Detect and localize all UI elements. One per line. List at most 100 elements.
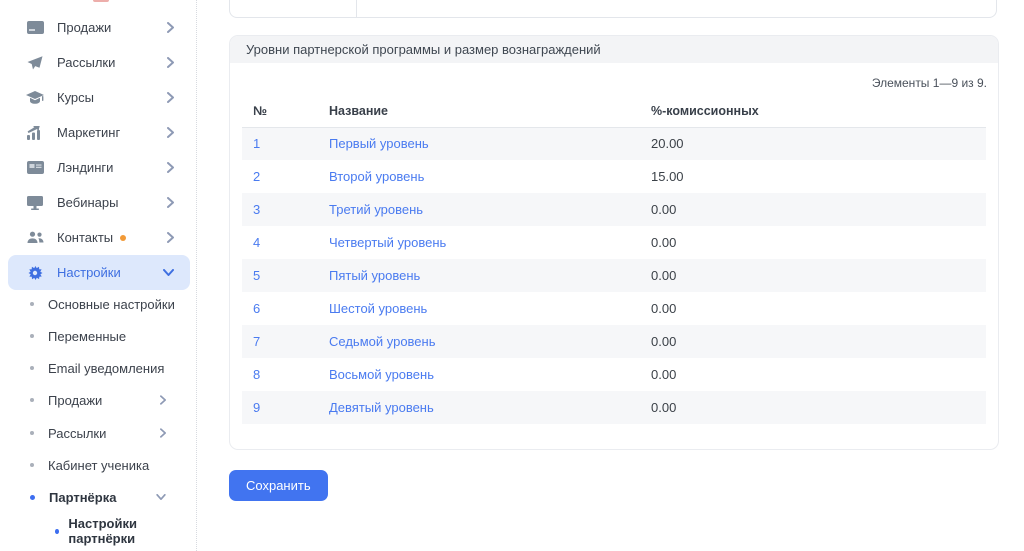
level-number-link[interactable]: 6: [253, 301, 260, 316]
sidebar-subitem-sales-settings[interactable]: Продажи: [8, 384, 190, 416]
sidebar-item-label: Курсы: [57, 90, 94, 105]
table-row: 4 Четвертый уровень 0.00: [242, 226, 986, 259]
bullet-icon: [30, 463, 34, 467]
level-name-link[interactable]: Второй уровень: [329, 169, 424, 184]
level-commission: 0.00: [651, 193, 986, 226]
chevron-right-icon: [167, 232, 174, 243]
column-header-commission: %-комиссионных: [651, 95, 986, 127]
chevron-right-icon: [160, 395, 166, 405]
subitem-label: Настройки партнёрки: [68, 516, 190, 546]
level-name-link[interactable]: Четвертый уровень: [329, 235, 446, 250]
table-row: 2 Второй уровень 15.00: [242, 160, 986, 193]
sidebar-item-label: Вебинары: [57, 195, 118, 210]
level-name-link[interactable]: Пятый уровень: [329, 268, 420, 283]
bullet-icon: [30, 495, 35, 500]
sidebar-subitem-student-cabinet[interactable]: Кабинет ученика: [8, 449, 190, 481]
sidebar-item-courses[interactable]: Курсы: [8, 80, 190, 115]
level-number-link[interactable]: 2: [253, 169, 260, 184]
table-row: 5 Пятый уровень 0.00: [242, 259, 986, 292]
credit-card-icon: [25, 21, 45, 34]
level-commission: 20.00: [651, 127, 986, 160]
level-number-link[interactable]: 5: [253, 268, 260, 283]
sidebar-item-contacts[interactable]: Контакты: [8, 220, 190, 255]
level-name-link[interactable]: Третий уровень: [329, 202, 423, 217]
subitem-label: Продажи: [48, 393, 102, 408]
chevron-right-icon: [167, 127, 174, 138]
users-icon: [25, 231, 45, 244]
chevron-right-icon: [160, 428, 166, 438]
notification-dot: [120, 235, 126, 241]
save-button[interactable]: Сохранить: [229, 470, 328, 501]
subitem-label: Рассылки: [48, 426, 106, 441]
level-number-link[interactable]: 8: [253, 367, 260, 382]
bullet-icon: [55, 529, 59, 534]
sidebar-item-label: Маркетинг: [57, 125, 120, 140]
card-title: Уровни партнерской программы и размер во…: [230, 36, 998, 63]
level-commission: 0.00: [651, 292, 986, 325]
table-row: 8 Восьмой уровень 0.00: [242, 358, 986, 391]
column-header-number: №: [242, 95, 329, 127]
level-number-link[interactable]: 4: [253, 235, 260, 250]
top-panel-divider: [356, 0, 357, 17]
bullet-icon: [30, 398, 34, 402]
sidebar-item-landings[interactable]: Лэндинги: [8, 150, 190, 185]
subitem-label: Кабинет ученика: [48, 458, 149, 473]
sidebar-item-label: Продажи: [57, 20, 111, 35]
sidebar-subitem-variables[interactable]: Переменные: [8, 320, 190, 352]
subitem-label: Переменные: [48, 329, 126, 344]
sidebar-subitem-mailings-settings[interactable]: Рассылки: [8, 417, 190, 449]
sidebar-item-sales[interactable]: Продажи: [8, 10, 190, 45]
chevron-down-icon: [163, 269, 174, 276]
level-number-link[interactable]: 3: [253, 202, 260, 217]
level-number-link[interactable]: 9: [253, 400, 260, 415]
sidebar-subitem-basic-settings[interactable]: Основные настройки: [8, 288, 190, 320]
chart-growth-icon: [25, 126, 45, 140]
sidebar-item-marketing[interactable]: Маркетинг: [8, 115, 190, 150]
sidebar-item-settings[interactable]: Настройки: [8, 255, 190, 290]
level-name-link[interactable]: Первый уровень: [329, 136, 429, 151]
level-number-link[interactable]: 1: [253, 136, 260, 151]
sidebar-subitem-partner-program[interactable]: Партнёрка: [8, 481, 190, 513]
level-number-link[interactable]: 7: [253, 334, 260, 349]
sidebar-item-webinars[interactable]: Вебинары: [8, 185, 190, 220]
table-row: 3 Третий уровень 0.00: [242, 193, 986, 226]
subitem-label: Основные настройки: [48, 297, 175, 312]
gear-icon: [25, 265, 45, 281]
sidebar-item-mailings[interactable]: Рассылки: [8, 45, 190, 80]
table-header-row: № Название %-комиссионных: [242, 95, 986, 127]
level-name-link[interactable]: Седьмой уровень: [329, 334, 436, 349]
bullet-icon: [30, 366, 34, 370]
subitem-label: Email уведомления: [48, 361, 164, 376]
paper-plane-icon: [25, 56, 45, 70]
table-row: 9 Девятый уровень 0.00: [242, 391, 986, 424]
level-name-link[interactable]: Восьмой уровень: [329, 367, 434, 382]
chevron-right-icon: [167, 162, 174, 173]
graduation-cap-icon: [25, 91, 45, 105]
level-name-link[interactable]: Девятый уровень: [329, 400, 434, 415]
sidebar-subitem-email-notifications[interactable]: Email уведомления: [8, 352, 190, 384]
partner-levels-card: Уровни партнерской программы и размер во…: [229, 35, 999, 450]
pagination-summary: Элементы 1—9 из 9.: [230, 76, 987, 90]
level-commission: 15.00: [651, 160, 986, 193]
page: Продажи Рассылки Курсы: [0, 0, 1024, 551]
sidebar-item-label: Лэндинги: [57, 160, 113, 175]
level-commission: 0.00: [651, 391, 986, 424]
bullet-icon: [30, 431, 34, 435]
table-row: 1 Первый уровень 20.00: [242, 127, 986, 160]
level-name-link[interactable]: Шестой уровень: [329, 301, 427, 316]
level-commission: 0.00: [651, 226, 986, 259]
monitor-icon: [25, 196, 45, 210]
level-commission: 0.00: [651, 358, 986, 391]
bullet-icon: [30, 302, 34, 306]
sidebar-item-label: Настройки: [57, 265, 121, 280]
levels-table: № Название %-комиссионных 1 Первый урове…: [242, 95, 986, 424]
table-row: 6 Шестой уровень 0.00: [242, 292, 986, 325]
chevron-right-icon: [167, 57, 174, 68]
chevron-right-icon: [167, 92, 174, 103]
level-commission: 0.00: [651, 259, 986, 292]
sidebar-subitem-partner-settings[interactable]: Настройки партнёрки: [8, 515, 190, 547]
chevron-right-icon: [167, 22, 174, 33]
sidebar: Продажи Рассылки Курсы: [0, 0, 197, 551]
subitem-label: Партнёрка: [49, 490, 116, 505]
column-header-name: Название: [329, 95, 651, 127]
